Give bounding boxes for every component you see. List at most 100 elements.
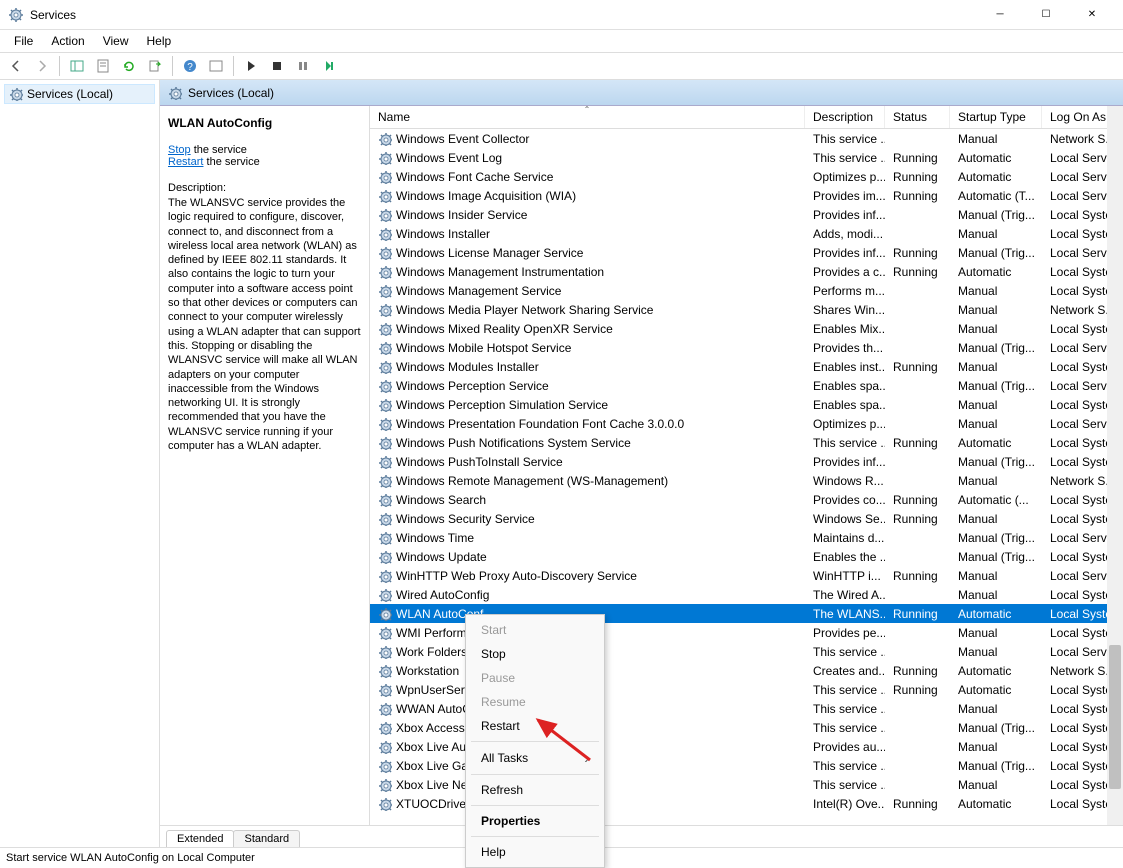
cell-desc: This service ... [805, 645, 885, 659]
export-button[interactable] [143, 54, 167, 78]
cell-startup: Manual [950, 588, 1042, 602]
cell-desc: Enables inst... [805, 360, 885, 374]
cell-startup: Manual [950, 360, 1042, 374]
service-row[interactable]: Wired AutoConfigThe Wired A...ManualLoca… [370, 585, 1123, 604]
col-name[interactable]: Name⌃ [370, 106, 805, 128]
cm-help[interactable]: Help [469, 840, 601, 864]
cell-name: Windows Push Notifications System Servic… [370, 436, 805, 450]
menu-action[interactable]: Action [43, 32, 92, 50]
cm-all-tasks[interactable]: All Tasks [469, 745, 601, 771]
service-row[interactable]: Windows Management ServicePerforms m...M… [370, 281, 1123, 300]
cell-name: Windows Search [370, 493, 805, 507]
cell-desc: Windows R... [805, 474, 885, 488]
col-status[interactable]: Status [885, 106, 950, 128]
start-service-button[interactable] [239, 54, 263, 78]
maximize-button[interactable]: ☐ [1023, 0, 1069, 30]
cell-desc: Intel(R) Ove... [805, 797, 885, 811]
cm-properties[interactable]: Properties [469, 809, 601, 833]
refresh-button[interactable] [117, 54, 141, 78]
cell-startup: Manual [950, 569, 1042, 583]
service-row[interactable]: Windows Image Acquisition (WIA)Provides … [370, 186, 1123, 205]
properties-button[interactable] [91, 54, 115, 78]
back-button[interactable] [4, 54, 28, 78]
service-row[interactable]: Windows License Manager ServiceProvides … [370, 243, 1123, 262]
service-row[interactable]: Windows Modules InstallerEnables inst...… [370, 357, 1123, 376]
service-row[interactable]: Windows Media Player Network Sharing Ser… [370, 300, 1123, 319]
cm-restart[interactable]: Restart [469, 714, 601, 738]
vertical-scrollbar[interactable] [1107, 106, 1123, 825]
service-row[interactable]: Windows Management InstrumentationProvid… [370, 262, 1123, 281]
cell-startup: Manual (Trig... [950, 341, 1042, 355]
service-row[interactable]: Windows PushToInstall ServiceProvides in… [370, 452, 1123, 471]
gear-icon [9, 87, 23, 101]
list-header: Name⌃ Description Status Startup Type Lo… [370, 106, 1123, 129]
close-button[interactable]: ✕ [1069, 0, 1115, 30]
service-row[interactable]: Windows Font Cache ServiceOptimizes p...… [370, 167, 1123, 186]
cell-desc: Optimizes p... [805, 170, 885, 184]
cell-name: Windows Mobile Hotspot Service [370, 341, 805, 355]
cm-refresh[interactable]: Refresh [469, 778, 601, 802]
menu-help[interactable]: Help [139, 32, 180, 50]
service-row[interactable]: Windows TimeMaintains d...Manual (Trig..… [370, 528, 1123, 547]
cm-resume: Resume [469, 690, 601, 714]
cell-startup: Manual (Trig... [950, 721, 1042, 735]
gear-icon [378, 322, 392, 336]
service-row[interactable]: Windows Perception ServiceEnables spa...… [370, 376, 1123, 395]
service-row[interactable]: Windows Push Notifications System Servic… [370, 433, 1123, 452]
minimize-button[interactable]: ─ [977, 0, 1023, 30]
cell-name: Windows Presentation Foundation Font Cac… [370, 417, 805, 431]
col-description[interactable]: Description [805, 106, 885, 128]
col-startup[interactable]: Startup Type [950, 106, 1042, 128]
help2-button[interactable] [204, 54, 228, 78]
cell-status: Running [885, 797, 950, 811]
service-row[interactable]: Windows Security ServiceWindows Se...Run… [370, 509, 1123, 528]
pause-service-button[interactable] [291, 54, 315, 78]
gear-icon [378, 569, 392, 583]
cell-status: Running [885, 607, 950, 621]
gear-icon [378, 360, 392, 374]
cell-name: Windows Update [370, 550, 805, 564]
help-button[interactable]: ? [178, 54, 202, 78]
stop-service-button[interactable] [265, 54, 289, 78]
service-row[interactable]: WinHTTP Web Proxy Auto-Discovery Service… [370, 566, 1123, 585]
service-row[interactable]: Windows Insider ServiceProvides inf...Ma… [370, 205, 1123, 224]
service-row[interactable]: Windows Remote Management (WS-Management… [370, 471, 1123, 490]
cell-startup: Automatic (... [950, 493, 1042, 507]
status-text: Start service WLAN AutoConfig on Local C… [6, 852, 255, 864]
service-row[interactable]: Windows InstallerAdds, modi...ManualLoca… [370, 224, 1123, 243]
gear-icon [378, 740, 392, 754]
cell-startup: Manual [950, 778, 1042, 792]
gear-icon [378, 132, 392, 146]
service-row[interactable]: Windows Event LogThis service ...Running… [370, 148, 1123, 167]
menu-view[interactable]: View [95, 32, 137, 50]
service-row[interactable]: Windows Event CollectorThis service ...M… [370, 129, 1123, 148]
service-row[interactable]: Windows SearchProvides co...RunningAutom… [370, 490, 1123, 509]
scrollbar-thumb[interactable] [1109, 645, 1121, 789]
forward-button[interactable] [30, 54, 54, 78]
gear-icon [378, 151, 392, 165]
tree-services-local[interactable]: Services (Local) [4, 84, 155, 104]
stop-link[interactable]: Stop [168, 144, 191, 156]
context-menu[interactable]: Start Stop Pause Resume Restart All Task… [465, 614, 605, 868]
service-row[interactable]: Windows Mobile Hotspot ServiceProvides t… [370, 338, 1123, 357]
service-row[interactable]: Windows UpdateEnables the ...Manual (Tri… [370, 547, 1123, 566]
cell-startup: Manual [950, 626, 1042, 640]
service-row[interactable]: Windows Mixed Reality OpenXR ServiceEnab… [370, 319, 1123, 338]
service-row[interactable]: Windows Presentation Foundation Font Cac… [370, 414, 1123, 433]
console-tree[interactable]: Services (Local) [0, 80, 160, 847]
gear-icon [378, 778, 392, 792]
cell-desc: This service ... [805, 683, 885, 697]
service-row[interactable]: Windows Perception Simulation ServiceEna… [370, 395, 1123, 414]
tab-extended[interactable]: Extended [166, 830, 234, 847]
cm-stop[interactable]: Stop [469, 642, 601, 666]
gear-icon [378, 550, 392, 564]
gear-icon [378, 303, 392, 317]
menu-file[interactable]: File [6, 32, 41, 50]
restart-service-button[interactable] [317, 54, 341, 78]
services-icon [8, 7, 24, 23]
cell-startup: Manual [950, 474, 1042, 488]
tab-standard[interactable]: Standard [233, 830, 300, 847]
restart-link[interactable]: Restart [168, 156, 203, 168]
show-hide-tree-button[interactable] [65, 54, 89, 78]
cell-startup: Manual [950, 645, 1042, 659]
